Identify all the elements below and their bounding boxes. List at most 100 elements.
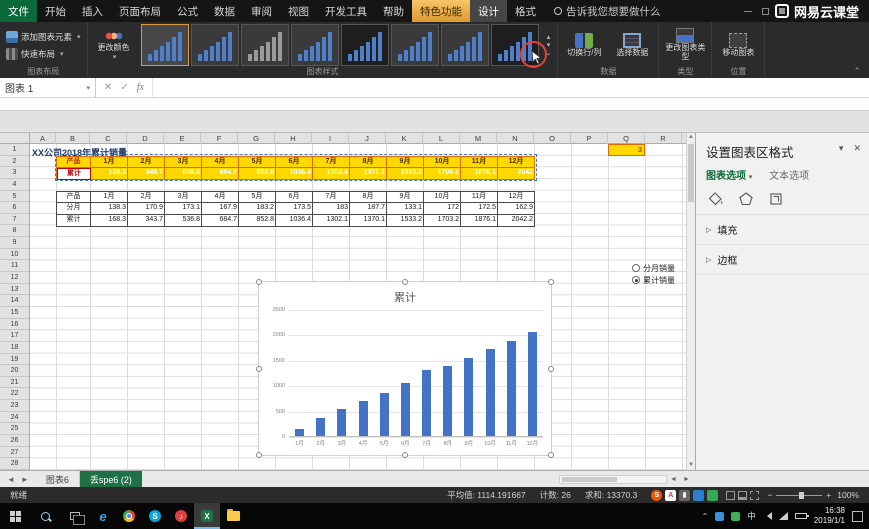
column-header-G[interactable]: G — [238, 133, 275, 144]
table2-r2-value-8[interactable]: 1370.1 — [350, 214, 387, 227]
zoom-out-button[interactable]: − — [767, 490, 772, 500]
row-header-11[interactable]: 11 — [0, 260, 29, 273]
chevron-down-icon[interactable]: ▾ — [839, 143, 844, 154]
chart-style-thumb-4[interactable] — [290, 24, 339, 66]
table1-month-11[interactable]: 11月 — [461, 156, 498, 169]
scroll-down-icon[interactable]: ▼ — [687, 461, 695, 470]
table2-r2-value-9[interactable]: 1533.2 — [387, 214, 424, 227]
taskbar-app-excel[interactable]: X — [194, 503, 220, 529]
name-box[interactable]: 图表 1 ▾ — [0, 78, 96, 97]
taskbar-app-edge[interactable]: e — [90, 503, 116, 529]
table2-r2-value-10[interactable]: 1703.2 — [424, 214, 461, 227]
table1-corner-cell[interactable]: 产品 — [57, 156, 91, 169]
chart-style-thumb-1[interactable] — [140, 24, 189, 66]
restore-icon[interactable] — [761, 7, 769, 15]
table2-month-11[interactable]: 11月 — [461, 191, 498, 204]
page-break-view-icon[interactable] — [750, 490, 760, 500]
chart-bar-11[interactable] — [506, 340, 516, 436]
pen-icon[interactable] — [707, 489, 719, 501]
table2-month-4[interactable]: 4月 — [202, 191, 239, 204]
table1-value-1[interactable]: 138.3 — [91, 168, 128, 180]
table2-r2-value-12[interactable]: 2042.2 — [498, 214, 535, 227]
table2-r1-value-4[interactable]: 167.9 — [202, 203, 239, 215]
cancel-icon[interactable]: ✕ — [104, 82, 112, 93]
horizontal-scroll-thumb[interactable] — [562, 476, 617, 482]
minimize-icon[interactable] — [743, 10, 752, 12]
table2-r1-value-7[interactable]: 183 — [313, 203, 350, 215]
column-header-I[interactable]: I — [312, 133, 349, 144]
tab-home[interactable]: 开始 — [37, 0, 74, 22]
sheet-tab-2[interactable]: 丢spe6 (2) — [79, 471, 142, 487]
tray-app-icon[interactable] — [715, 511, 725, 521]
chart-object[interactable]: 累计 0 500 1000 1500 2000 2500 1月 2月 3月 4月 5月 6月 7月 8月 9… — [256, 279, 554, 458]
row-header-21[interactable]: 21 — [0, 377, 29, 389]
zoom-level[interactable]: 100% — [837, 490, 859, 500]
table2-r1-value-10[interactable]: 172 — [424, 203, 461, 215]
row-header-16[interactable]: 16 — [0, 319, 29, 331]
row-header-24[interactable]: 24 — [0, 412, 29, 424]
table1-value-5[interactable]: 852.8 — [239, 168, 276, 180]
taskbar-app-chrome[interactable] — [116, 503, 142, 529]
column-header-N[interactable]: N — [497, 133, 534, 144]
table1-value-12[interactable]: 2042 — [498, 168, 535, 180]
table2-r1-value-6[interactable]: 173.5 — [276, 203, 313, 215]
column-header-D[interactable]: D — [127, 133, 164, 144]
chart-style-thumb-6[interactable] — [390, 24, 439, 66]
taskbar-app-skype[interactable]: S — [142, 503, 168, 529]
letter-a-icon[interactable]: A — [665, 489, 677, 501]
table1-value-3[interactable]: 536.8 — [165, 168, 202, 180]
enter-icon[interactable]: ✓ — [120, 82, 128, 93]
table1-value-9[interactable]: 1533.2 — [387, 168, 424, 180]
radio-option-2[interactable]: 累计销量 — [632, 274, 675, 286]
table2-rowlabel-2[interactable]: 累计 — [57, 214, 91, 227]
section-fill[interactable]: ▷ 填充 — [696, 215, 869, 245]
column-header-B[interactable]: B — [56, 133, 90, 144]
section-border[interactable]: ▷ 边框 — [696, 245, 869, 275]
table2-r1-value-8[interactable]: 187.7 — [350, 203, 387, 215]
table2-r2-value-1[interactable]: 168.3 — [91, 214, 128, 227]
tab-help[interactable]: 帮助 — [375, 0, 412, 22]
row-header-6[interactable]: 6 — [0, 202, 29, 214]
radio-icon[interactable] — [632, 264, 640, 272]
chart-style-thumb-2[interactable] — [190, 24, 239, 66]
row-header-20[interactable]: 20 — [0, 365, 29, 377]
chart-bar-6[interactable] — [400, 383, 410, 436]
selection-handle[interactable] — [402, 279, 408, 285]
table2-r1-value-9[interactable]: 133.1 — [387, 203, 424, 215]
table2-r2-value-5[interactable]: 852.8 — [239, 214, 276, 227]
chart-bar-10[interactable] — [485, 349, 495, 436]
table2-r2-value-11[interactable]: 1876.1 — [461, 214, 498, 227]
network-icon[interactable] — [778, 512, 788, 520]
worksheet[interactable]: ABCDEFGHIJKLMNOPQR 1 2 3 4 5 6 7 8 9 10 11 12 13 14 15… — [0, 133, 695, 470]
add-chart-element-button[interactable]: 添加图表元素 ▾ — [3, 30, 84, 44]
tab-view[interactable]: 视图 — [280, 0, 317, 22]
tab-file[interactable]: 文件 — [0, 0, 37, 22]
chart-bar-12[interactable] — [527, 332, 537, 436]
chart-bar-4[interactable] — [358, 401, 368, 436]
input-language-indicator[interactable]: 中 — [747, 510, 756, 522]
table2-month-3[interactable]: 3月 — [165, 191, 202, 204]
screen-icon[interactable] — [693, 489, 705, 501]
effects-pentagon-icon[interactable] — [739, 192, 753, 206]
table2-r2-value-2[interactable]: 343.7 — [128, 214, 165, 227]
taskbar-app-music[interactable]: ♪ — [168, 503, 194, 529]
row-header-4[interactable]: 4 — [0, 179, 29, 191]
row-header-27[interactable]: 27 — [0, 447, 29, 459]
table2-month-1[interactable]: 1月 — [91, 191, 128, 204]
column-header-A[interactable]: A — [30, 133, 56, 144]
table1-month-9[interactable]: 9月 — [387, 156, 424, 169]
taskbar-app-explorer[interactable] — [220, 503, 246, 529]
table1-value-7[interactable]: 1302.4 — [313, 168, 350, 180]
task-view-button[interactable] — [60, 503, 90, 529]
row-header-3[interactable]: 3 — [0, 167, 29, 179]
zoom-in-button[interactable]: + — [826, 490, 831, 500]
column-header-E[interactable]: E — [164, 133, 201, 144]
table1-value-4[interactable]: 684.7 — [202, 168, 239, 180]
move-chart-button[interactable]: 移动图表 — [715, 31, 761, 60]
table1-month-5[interactable]: 5月 — [239, 156, 276, 169]
column-header-P[interactable]: P — [571, 133, 608, 144]
row-header-22[interactable]: 22 — [0, 388, 29, 401]
tab-page-layout[interactable]: 页面布局 — [111, 0, 169, 22]
row-header-8[interactable]: 8 — [0, 225, 29, 238]
column-header-Q[interactable]: Q — [608, 133, 645, 144]
